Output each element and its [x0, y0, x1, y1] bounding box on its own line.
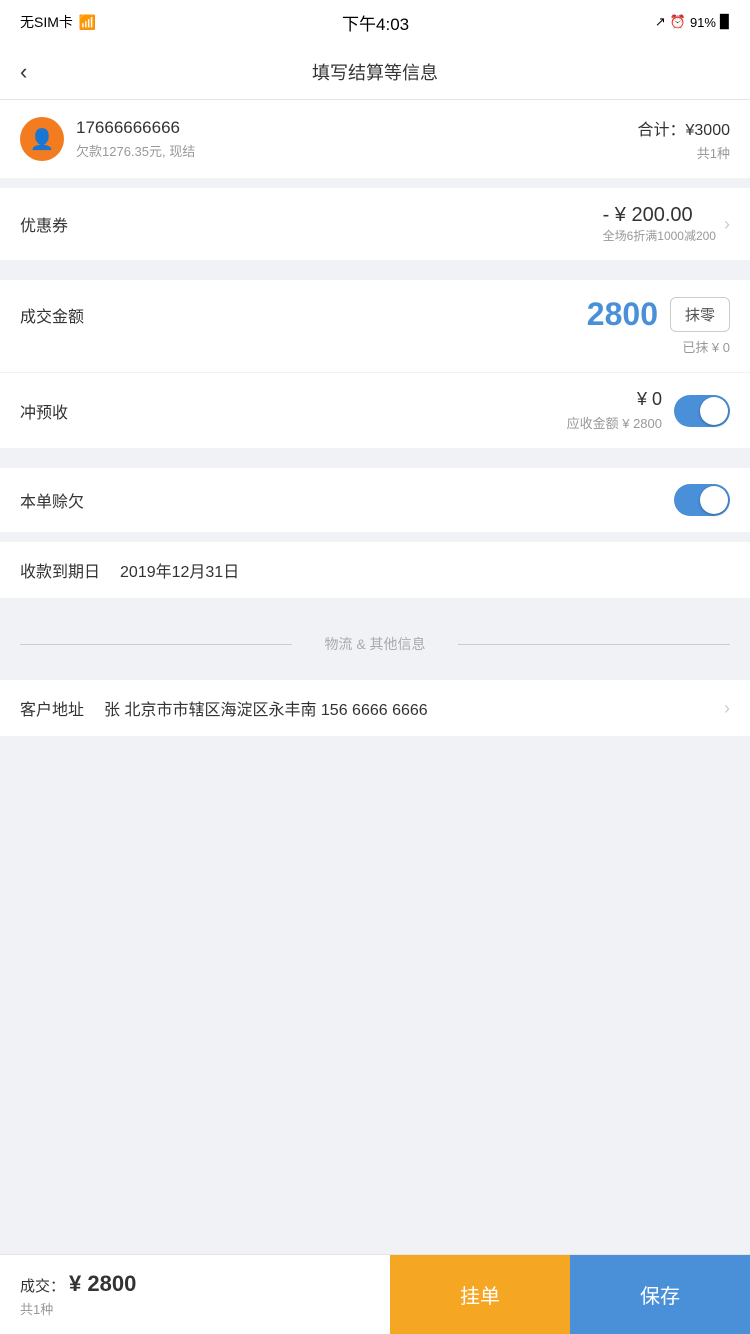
- customer-phone: 17666666666: [76, 118, 195, 138]
- prepay-section: 冲预收 ¥ 0 应收金额 ¥ 2800: [0, 373, 750, 448]
- back-button[interactable]: ‹: [20, 59, 27, 85]
- amount-value: 2800: [587, 296, 658, 333]
- coupon-right: - ¥ 200.00 全场6折满1000减200 ›: [603, 204, 730, 244]
- prepay-sub: 应收金额 ¥ 2800: [567, 413, 662, 432]
- debt-toggle[interactable]: [674, 484, 730, 516]
- coupon-info: - ¥ 200.00 全场6折满1000减200: [603, 204, 716, 244]
- coupon-row[interactable]: 优惠券 - ¥ 200.00 全场6折满1000减200 ›: [0, 188, 750, 260]
- main-content: 👤 17666666666 欠款1276.35元, 现结 合计：¥3000 共1…: [0, 100, 750, 936]
- chevron-right-icon: ›: [724, 214, 730, 235]
- status-bar-left: 无SIM卡 📶: [20, 12, 96, 32]
- section-divider-3: [0, 608, 750, 618]
- address-label: 客户地址: [20, 696, 84, 720]
- status-bar-right: ↗ ⏰ 91% ▉: [655, 14, 730, 30]
- alarm-icon: ⏰: [670, 14, 686, 30]
- battery-icon: ▉: [720, 14, 730, 30]
- footer-deal-label: 成交：: [20, 1275, 65, 1296]
- logistics-line-left: [20, 644, 292, 645]
- footer: 成交： ¥ 2800 共1种 挂单 保存: [0, 1254, 750, 1334]
- duedate-label: 收款到期日: [20, 558, 100, 582]
- status-bar-time: 下午4:03: [342, 10, 409, 35]
- section-divider-2: [0, 458, 750, 468]
- location-icon: ↗: [655, 14, 666, 30]
- wifi-icon: 📶: [79, 14, 96, 31]
- order-total: 合计：¥3000: [638, 116, 731, 140]
- customer-left: 👤 17666666666 欠款1276.35元, 现结: [20, 117, 195, 161]
- bottom-spacer: [0, 736, 750, 856]
- prepay-right: ¥ 0 应收金额 ¥ 2800: [567, 389, 730, 432]
- prepay-label: 冲预收: [20, 399, 68, 423]
- logistics-line-right: [458, 644, 730, 645]
- logistics-text: 物流 & 其他信息: [324, 634, 425, 654]
- page-title: 填写结算等信息: [312, 59, 438, 85]
- prepay-amount: ¥ 0: [567, 389, 662, 410]
- prepay-values: ¥ 0 应收金额 ¥ 2800: [567, 389, 662, 432]
- address-chevron-icon: ›: [724, 698, 730, 719]
- nav-bar: ‹ 填写结算等信息: [0, 44, 750, 100]
- amount-section: 成交金额 2800 抹零 已抹 ¥ 0: [0, 280, 750, 372]
- footer-count: 共1种: [20, 1299, 370, 1318]
- address-value: 张 北京市市辖区海淀区永丰南 156 6666 6666: [104, 696, 724, 720]
- logistics-divider: 物流 & 其他信息: [0, 618, 750, 670]
- round-off-button[interactable]: 抹零: [670, 297, 730, 332]
- customer-info: 17666666666 欠款1276.35元, 现结: [76, 118, 195, 160]
- save-button[interactable]: 保存: [570, 1255, 750, 1334]
- duedate-row: 收款到期日 2019年12月31日: [20, 558, 730, 582]
- prepay-row: 冲预收 ¥ 0 应收金额 ¥ 2800: [20, 389, 730, 432]
- duedate-section: 收款到期日 2019年12月31日: [0, 542, 750, 598]
- pending-button[interactable]: 挂单: [390, 1255, 570, 1334]
- prepay-toggle[interactable]: [674, 395, 730, 427]
- amount-row: 成交金额 2800 抹零: [20, 296, 730, 333]
- address-section[interactable]: 客户地址 张 北京市市辖区海淀区永丰南 156 6666 6666 ›: [0, 680, 750, 736]
- battery-text: 91%: [690, 15, 716, 30]
- debt-section: 本单赊欠: [0, 468, 750, 532]
- debt-label: 本单赊欠: [20, 488, 84, 512]
- footer-price: ¥ 2800: [69, 1271, 136, 1297]
- avatar-icon: 👤: [30, 127, 55, 152]
- coupon-discount: - ¥ 200.00: [603, 204, 716, 227]
- coupon-label: 优惠券: [20, 212, 68, 236]
- duedate-value: 2019年12月31日: [120, 558, 239, 582]
- footer-info: 成交： ¥ 2800 共1种: [0, 1271, 390, 1318]
- customer-debt: 欠款1276.35元, 现结: [76, 141, 195, 160]
- avatar: 👤: [20, 117, 64, 161]
- section-divider-1: [0, 270, 750, 280]
- status-bar: 无SIM卡 📶 下午4:03 ↗ ⏰ 91% ▉: [0, 0, 750, 44]
- customer-card: 👤 17666666666 欠款1276.35元, 现结 合计：¥3000 共1…: [0, 100, 750, 178]
- no-sim-text: 无SIM卡: [20, 12, 73, 32]
- amount-label: 成交金额: [20, 303, 84, 327]
- coupon-desc: 全场6折满1000减200: [603, 227, 716, 244]
- order-count: 共1种: [638, 143, 731, 162]
- amount-sub: 已抹 ¥ 0: [20, 337, 730, 356]
- amount-right: 2800 抹零: [587, 296, 730, 333]
- customer-right: 合计：¥3000 共1种: [638, 116, 731, 162]
